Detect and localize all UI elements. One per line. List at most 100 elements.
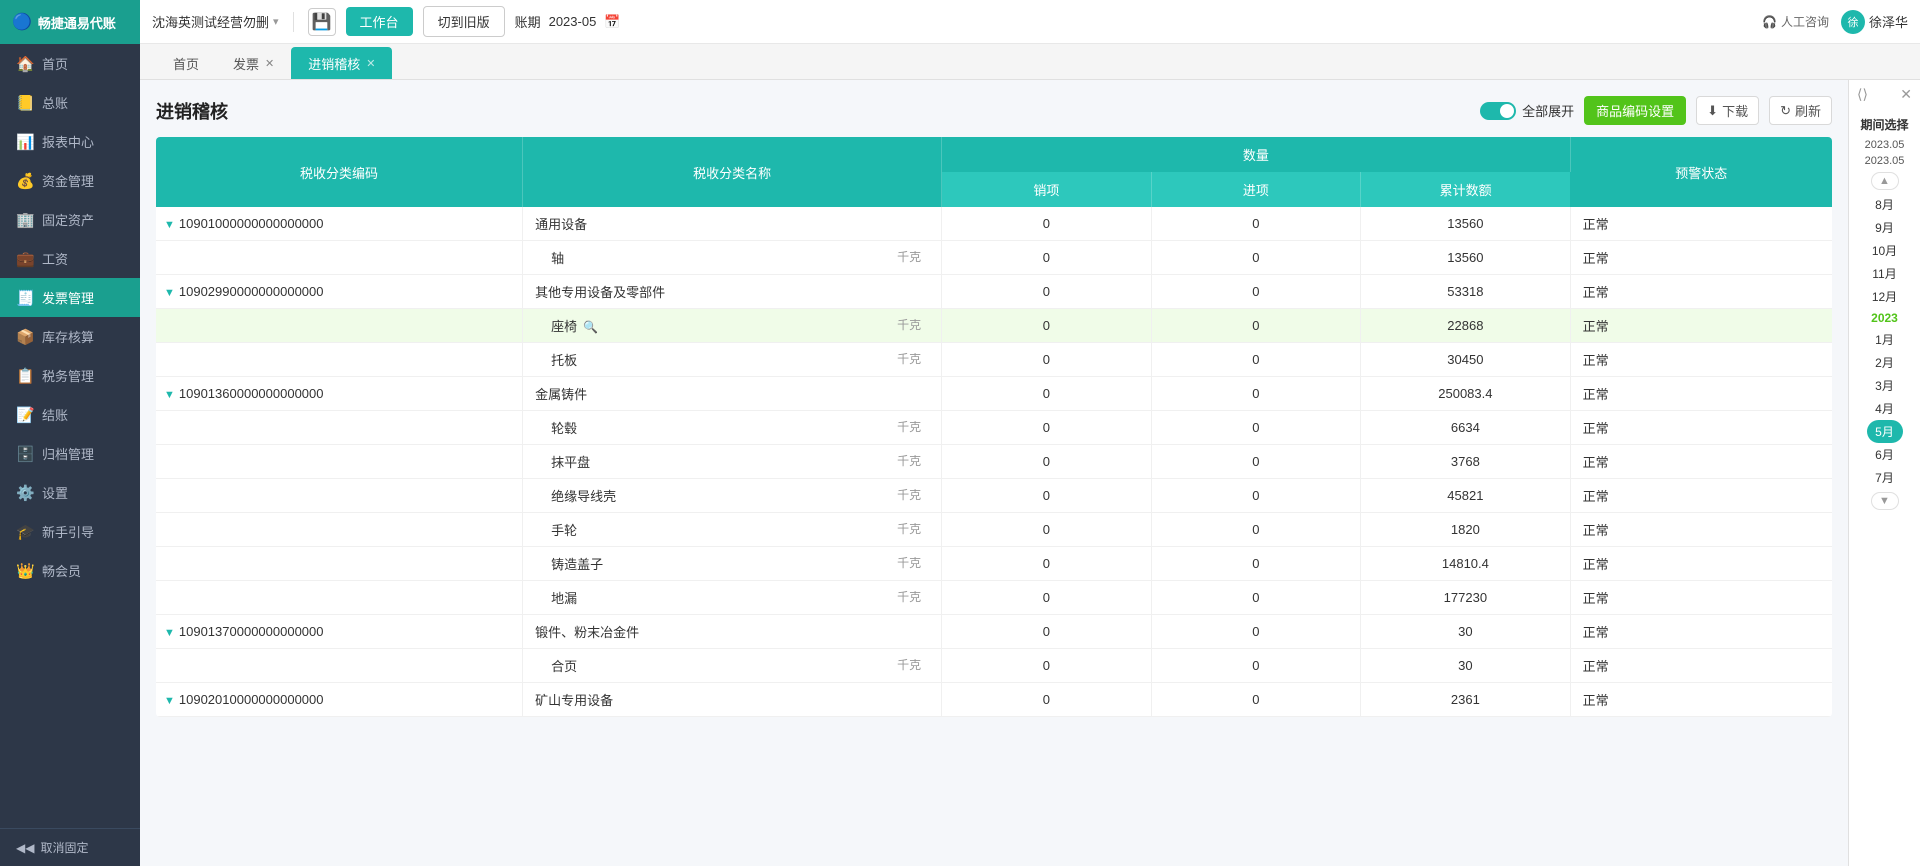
cell-total: 30 [1361, 649, 1571, 683]
cell-purchase: 0 [1151, 513, 1361, 547]
expand-row-icon[interactable]: ▼ [164, 389, 175, 401]
tabbar: 首页 发票 ✕ 进销稽核 ✕ [140, 44, 1920, 80]
sidebar-item-finance[interactable]: 💰 资金管理 [0, 161, 140, 200]
sidebar-item-reports[interactable]: 📊 报表中心 [0, 122, 140, 161]
expand-toggle[interactable] [1480, 102, 1516, 120]
cell-total: 177230 [1361, 581, 1571, 615]
month-8[interactable]: 8月 [1849, 193, 1920, 216]
sidebar-item-tax[interactable]: 📋 税务管理 [0, 356, 140, 395]
cell-sales: 0 [942, 683, 1152, 717]
topbar-divider [293, 12, 294, 32]
month-2[interactable]: 2月 [1849, 351, 1920, 374]
save-button[interactable]: 💾 [308, 8, 336, 36]
expand-toggle-wrap: 全部展开 [1480, 101, 1574, 120]
cell-sales: 0 [942, 377, 1152, 411]
sidebar-item-label: 库存核算 [42, 327, 94, 346]
download-label: 下载 [1722, 101, 1748, 120]
month-11[interactable]: 11月 [1849, 262, 1920, 285]
cell-warning: 正常 [1570, 275, 1832, 309]
sidebar-item-salary[interactable]: 💼 工资 [0, 239, 140, 278]
cell-name: 手轮千克 [523, 513, 942, 547]
cell-warning: 正常 [1570, 343, 1832, 377]
expand-row-icon[interactable]: ▼ [164, 219, 175, 231]
tab-invoice-close[interactable]: ✕ [265, 57, 274, 70]
logo-icon: 🔵 [12, 12, 32, 32]
search-icon[interactable]: 🔍 [583, 320, 598, 334]
table-row: ▼10902990000000000000 其他专用设备及零部件 0 0 533… [156, 275, 1832, 309]
table-row: 抹平盘千克 0 0 3768 正常 [156, 445, 1832, 479]
inventory-icon: 📦 [16, 328, 34, 346]
th-purchase: 进项 [1151, 172, 1361, 207]
cell-name: 轮毂千克 [523, 411, 942, 445]
table-row: ▼10901360000000000000 金属铸件 0 0 250083.4 … [156, 377, 1832, 411]
close-period-icon: 📝 [16, 406, 34, 424]
month-9[interactable]: 9月 [1849, 216, 1920, 239]
cell-sales: 0 [942, 581, 1152, 615]
cell-name: 地漏千克 [523, 581, 942, 615]
sidebar-item-member[interactable]: 👑 畅会员 [0, 551, 140, 590]
scroll-up-button[interactable]: ▲ [1871, 172, 1899, 190]
cell-sales: 0 [942, 479, 1152, 513]
month-3[interactable]: 3月 [1849, 374, 1920, 397]
tab-reconcile-close[interactable]: ✕ [366, 57, 375, 70]
expand-row-icon[interactable]: ▼ [164, 287, 175, 299]
company-name: 沈海英测试经营勿删 [152, 12, 269, 31]
month-6[interactable]: 6月 [1849, 443, 1920, 466]
month-12[interactable]: 12月 [1849, 285, 1920, 308]
scroll-down-button[interactable]: ▼ [1871, 492, 1899, 510]
company-selector[interactable]: 沈海英测试经营勿删 ▾ [152, 12, 279, 31]
cell-purchase: 0 [1151, 343, 1361, 377]
sidebar-item-label: 畅会员 [42, 561, 81, 580]
month-5[interactable]: 5月 [1867, 420, 1903, 443]
table-row: 合页千克 0 0 30 正常 [156, 649, 1832, 683]
period-row-1: 2023.05 [1861, 137, 1909, 153]
sidebar-item-ledger[interactable]: 📒 总账 [0, 83, 140, 122]
sidebar-item-inventory[interactable]: 📦 库存核算 [0, 317, 140, 356]
reports-icon: 📊 [16, 133, 34, 151]
invoice-icon: 🧾 [16, 289, 34, 307]
cell-code: ▼10902010000000000000 [156, 683, 523, 717]
refresh-button[interactable]: ↻ 刷新 [1769, 96, 1832, 125]
cell-name: 矿山专用设备 [523, 683, 942, 717]
month-7[interactable]: 7月 [1849, 466, 1920, 489]
sidebar-item-settings[interactable]: ⚙️ 设置 [0, 473, 140, 512]
cell-total: 6634 [1361, 411, 1571, 445]
sidebar-item-home[interactable]: 🏠 首页 [0, 44, 140, 83]
month-10[interactable]: 10月 [1849, 239, 1920, 262]
archive-icon: 🗄️ [16, 445, 34, 463]
month-4[interactable]: 4月 [1849, 397, 1920, 420]
tab-reconcile[interactable]: 进销稽核 ✕ [291, 47, 392, 79]
cell-code [156, 445, 523, 479]
panel-close-icon[interactable]: ✕ [1900, 86, 1912, 103]
tab-home[interactable]: 首页 [156, 47, 216, 79]
ledger-icon: 📒 [16, 94, 34, 112]
year-2023-label: 2023 [1849, 308, 1920, 328]
product-code-button[interactable]: 商品编码设置 [1584, 96, 1686, 125]
support-label: 人工咨询 [1781, 13, 1829, 30]
sidebar: 🔵 畅捷通易代账 🏠 首页 📒 总账 📊 报表中心 💰 资金管理 🏢 固定资产 … [0, 0, 140, 866]
sidebar-item-archive[interactable]: 🗄️ 归档管理 [0, 434, 140, 473]
calendar-icon[interactable]: 📅 [604, 14, 620, 30]
sidebar-item-assets[interactable]: 🏢 固定资产 [0, 200, 140, 239]
user-menu[interactable]: 徐 徐泽华 [1841, 10, 1908, 34]
expand-row-icon[interactable]: ▼ [164, 695, 175, 707]
sidebar-item-guide[interactable]: 🎓 新手引导 [0, 512, 140, 551]
sidebar-item-close[interactable]: 📝 结账 [0, 395, 140, 434]
cell-purchase: 0 [1151, 581, 1361, 615]
expand-row-icon[interactable]: ▼ [164, 627, 175, 639]
support-button[interactable]: 🎧 人工咨询 [1762, 13, 1829, 30]
period-label: 账期 [515, 12, 541, 31]
panel-expand-icon[interactable]: ⟨⟩ [1857, 86, 1868, 103]
cell-code [156, 581, 523, 615]
sidebar-item-invoice[interactable]: 🧾 发票管理 [0, 278, 140, 317]
month-1[interactable]: 1月 [1849, 328, 1920, 351]
cell-name: 合页千克 [523, 649, 942, 683]
download-button[interactable]: ⬇ 下载 [1696, 96, 1759, 125]
tab-invoice[interactable]: 发票 ✕ [216, 47, 291, 79]
sidebar-unpin[interactable]: ◀◀ 取消固定 [0, 828, 140, 866]
switch-version-button[interactable]: 切到旧版 [423, 6, 505, 37]
cell-sales: 0 [942, 615, 1152, 649]
workspace-button[interactable]: 工作台 [346, 7, 413, 36]
cell-purchase: 0 [1151, 479, 1361, 513]
table-row: 绝缘导线壳千克 0 0 45821 正常 [156, 479, 1832, 513]
